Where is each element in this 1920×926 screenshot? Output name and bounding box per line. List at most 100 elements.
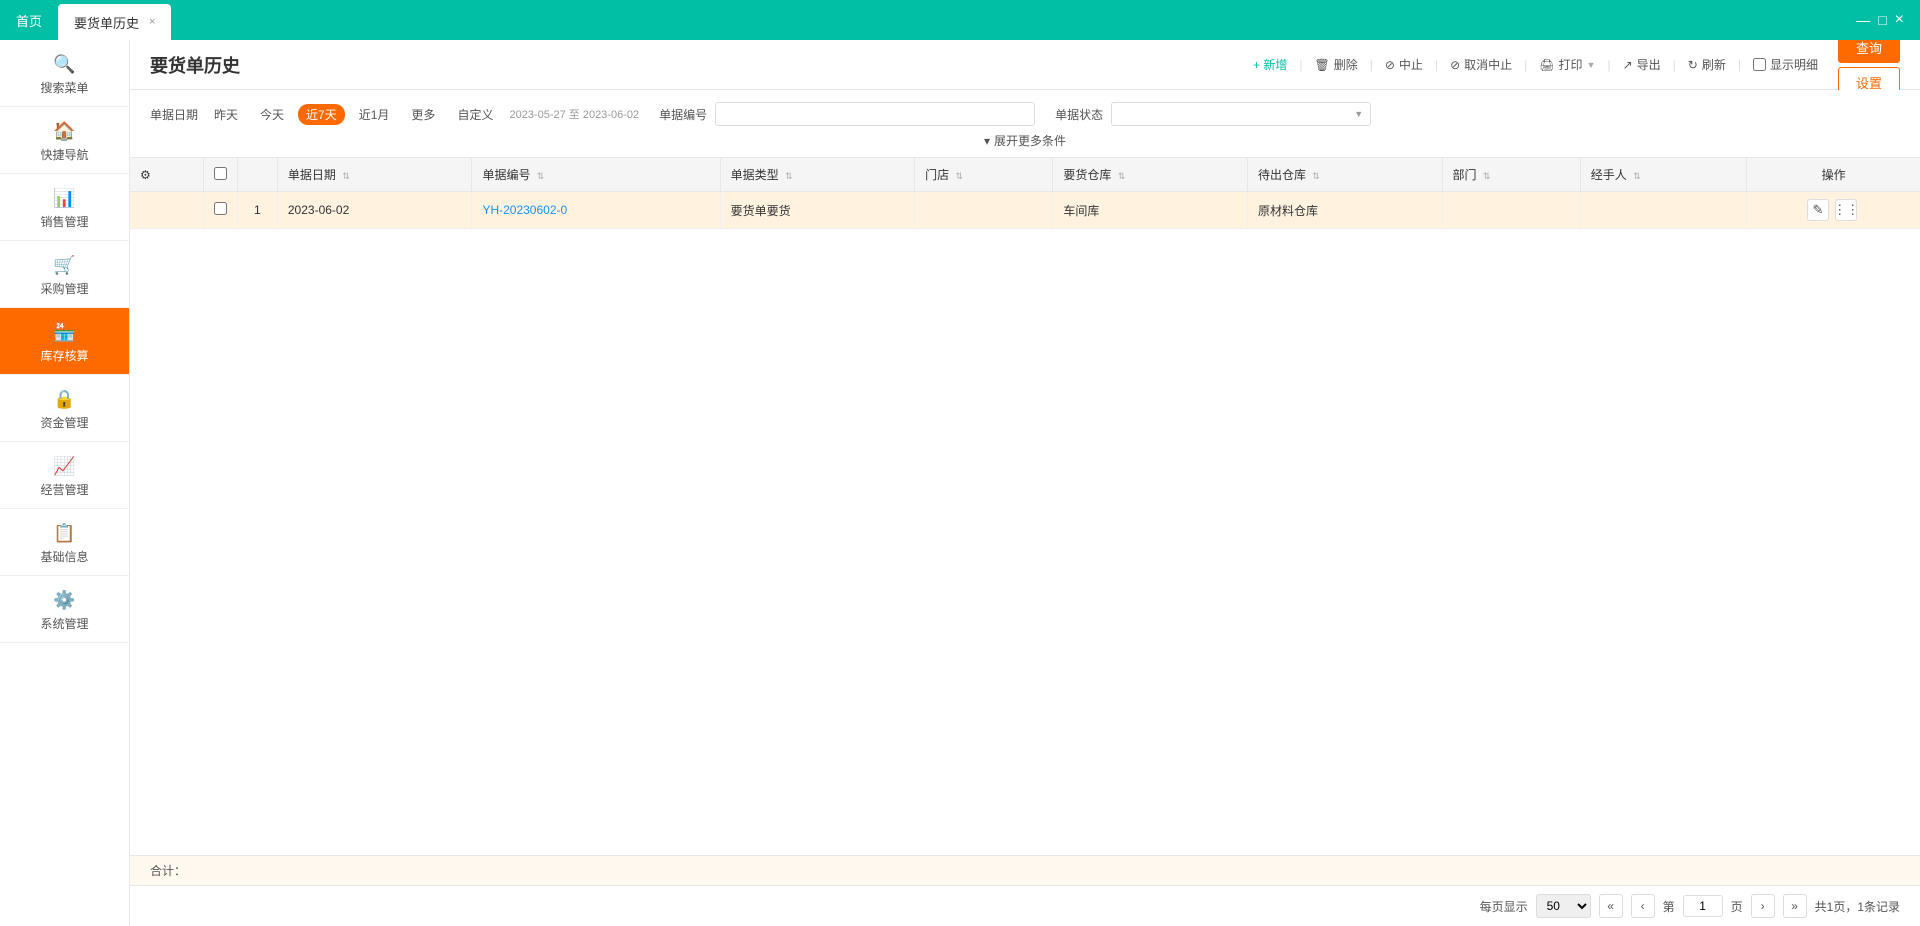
status-select[interactable] <box>1111 102 1371 126</box>
window-controls: — □ × <box>1856 11 1920 29</box>
prev-page-button[interactable]: ‹ <box>1631 894 1655 918</box>
export-icon: ↗ <box>1623 58 1633 72</box>
sort-pending-warehouse-icon[interactable]: ⇅ <box>1312 171 1320 181</box>
date-btn-7days[interactable]: 近7天 <box>298 104 345 125</box>
column-pending-warehouse: 待出仓库 ⇅ <box>1247 158 1442 192</box>
next-page-button[interactable]: › <box>1751 894 1775 918</box>
cell-handler <box>1580 192 1746 229</box>
sidebar-item-inventory[interactable]: 🏪 库存核算 <box>0 308 129 375</box>
per-page-label: 每页显示 <box>1480 898 1528 915</box>
sort-store-icon[interactable]: ⇅ <box>956 171 964 181</box>
total-label: 合计： <box>150 862 186 879</box>
sidebar-item-basic[interactable]: 📋 基础信息 <box>0 509 129 576</box>
table-body: 1 2023-06-02 YH-20230602-0 要货单要货 车间库 原材料… <box>130 192 1920 229</box>
filter-area: 单据日期 昨天 今天 近7天 近1月 更多 自定义 2023-05-27 至 2… <box>130 90 1920 158</box>
table-header-row: ⚙ 单据日期 ⇅ 单据编号 ⇅ <box>130 158 1920 192</box>
close-window-button[interactable]: × <box>1895 11 1904 29</box>
home-icon: 🏠 <box>53 121 75 142</box>
date-btn-1month[interactable]: 近1月 <box>351 104 398 125</box>
sidebar-label-basic: 基础信息 <box>40 548 88 565</box>
sidebar-item-search[interactable]: 🔍 搜索菜单 <box>0 40 129 107</box>
page-input[interactable] <box>1683 895 1723 917</box>
print-button[interactable]: 🖨 打印 ▼ <box>1539 56 1595 73</box>
cell-store <box>915 192 1053 229</box>
date-btn-today[interactable]: 今天 <box>252 104 292 125</box>
expand-icon: ▾ <box>984 134 990 148</box>
sidebar-item-finance[interactable]: 🔒 资金管理 <box>0 375 129 442</box>
tab-requisition-history[interactable]: 要货单历史 × <box>58 4 171 40</box>
sidebar-item-quicknav[interactable]: 🏠 快捷导航 <box>0 107 129 174</box>
row-more-button[interactable]: ⋮⋮ <box>1835 199 1857 221</box>
status-filter-group: 单据状态 <box>1055 102 1371 126</box>
sort-req-warehouse-icon[interactable]: ⇅ <box>1118 171 1126 181</box>
status-select-wrapper <box>1111 102 1371 126</box>
maximize-button[interactable]: □ <box>1878 12 1886 28</box>
tab-home[interactable]: 首页 <box>0 0 58 40</box>
header-actions: + 新增 | 🗑 删除 | ⊘ 中止 | ⊘ 取消中止 | 🖨 <box>1253 40 1900 98</box>
sidebar-item-sales[interactable]: 📊 销售管理 <box>0 174 129 241</box>
page-header: 要货单历史 + 新增 | 🗑 删除 | ⊘ 中止 | ⊘ 取消中止 | <box>130 40 1920 90</box>
cell-actions: ✎ ⋮⋮ <box>1747 192 1920 229</box>
bill-no-input[interactable] <box>715 102 1035 126</box>
date-btn-yesterday[interactable]: 昨天 <box>206 104 246 125</box>
operations-icon: 📈 <box>53 456 75 477</box>
last-page-button[interactable]: » <box>1783 894 1807 918</box>
page-label: 第 <box>1663 898 1675 915</box>
total-info: 共1页，1条记录 <box>1815 898 1900 915</box>
date-btn-more[interactable]: 更多 <box>403 104 443 125</box>
inventory-icon: 🏪 <box>53 322 75 343</box>
per-page-select[interactable]: 50 10 20 100 <box>1536 894 1591 918</box>
sort-date-icon[interactable]: ⇅ <box>342 171 350 181</box>
cell-bill-type: 要货单要货 <box>720 192 915 229</box>
sort-bill-no-icon[interactable]: ⇅ <box>537 171 545 181</box>
sidebar-item-operations[interactable]: 📈 经营管理 <box>0 442 129 509</box>
sidebar-label-purchase: 采购管理 <box>40 280 88 297</box>
bill-no-label: 单据编号 <box>659 106 707 123</box>
minimize-button[interactable]: — <box>1856 12 1870 28</box>
first-page-button[interactable]: « <box>1599 894 1623 918</box>
date-range-display: 2023-05-27 至 2023-06-02 <box>509 106 639 122</box>
sort-bill-type-icon[interactable]: ⇅ <box>785 171 793 181</box>
tab-bar: 首页 要货单历史 × <box>0 0 171 40</box>
sidebar-label-search: 搜索菜单 <box>40 79 88 96</box>
close-tab-icon[interactable]: × <box>149 16 155 28</box>
query-button[interactable]: 查询 <box>1838 40 1900 63</box>
basic-icon: 📋 <box>53 523 75 544</box>
cancel-stop-button[interactable]: ⊘ 取消中止 <box>1450 56 1512 73</box>
date-btn-custom[interactable]: 自定义 <box>449 104 501 125</box>
new-button[interactable]: + 新增 <box>1253 56 1287 73</box>
export-button[interactable]: ↗ 导出 <box>1623 56 1661 73</box>
sort-dept-icon[interactable]: ⇅ <box>1483 171 1491 181</box>
delete-button[interactable]: 🗑 删除 <box>1314 56 1357 73</box>
finance-icon: 🔒 <box>53 389 75 410</box>
main-layout: 🔍 搜索菜单 🏠 快捷导航 📊 销售管理 🛒 采购管理 🏪 库存核算 🔒 资金管… <box>0 40 1920 926</box>
sidebar-label-quicknav: 快捷导航 <box>40 146 88 163</box>
page-suffix: 页 <box>1731 898 1743 915</box>
cell-gear <box>130 192 203 229</box>
sort-handler-icon[interactable]: ⇅ <box>1633 171 1641 181</box>
refresh-icon: ↻ <box>1688 58 1698 72</box>
column-req-warehouse: 要货仓库 ⇅ <box>1053 158 1248 192</box>
sidebar-label-system: 系统管理 <box>40 615 88 632</box>
system-icon: ⚙️ <box>53 590 75 611</box>
column-handler: 经手人 ⇅ <box>1580 158 1746 192</box>
cell-date: 2023-06-02 <box>277 192 472 229</box>
select-all-checkbox[interactable] <box>214 167 227 180</box>
stop-button[interactable]: ⊘ 中止 <box>1385 56 1423 73</box>
bill-no-link[interactable]: YH-20230602-0 <box>482 203 567 217</box>
sidebar-item-purchase[interactable]: 🛒 采购管理 <box>0 241 129 308</box>
row-checkbox-0[interactable] <box>214 202 227 215</box>
sidebar-label-sales: 销售管理 <box>40 213 88 230</box>
display-detail-toggle[interactable]: 显示明细 <box>1753 56 1818 73</box>
column-date: 单据日期 ⇅ <box>277 158 472 192</box>
search-icon: 🔍 <box>53 54 75 75</box>
refresh-button[interactable]: ↻ 刷新 <box>1688 56 1726 73</box>
display-detail-checkbox[interactable] <box>1753 58 1766 71</box>
row-edit-button[interactable]: ✎ <box>1807 199 1829 221</box>
expand-more-button[interactable]: ▾ 展开更多条件 <box>984 132 1066 149</box>
sidebar-item-system[interactable]: ⚙️ 系统管理 <box>0 576 129 643</box>
date-filter-label: 单据日期 <box>150 106 198 123</box>
print-icon: 🖨 <box>1539 58 1554 72</box>
column-settings[interactable]: ⚙ <box>130 158 203 192</box>
bill-no-filter-group: 单据编号 <box>659 102 1035 126</box>
